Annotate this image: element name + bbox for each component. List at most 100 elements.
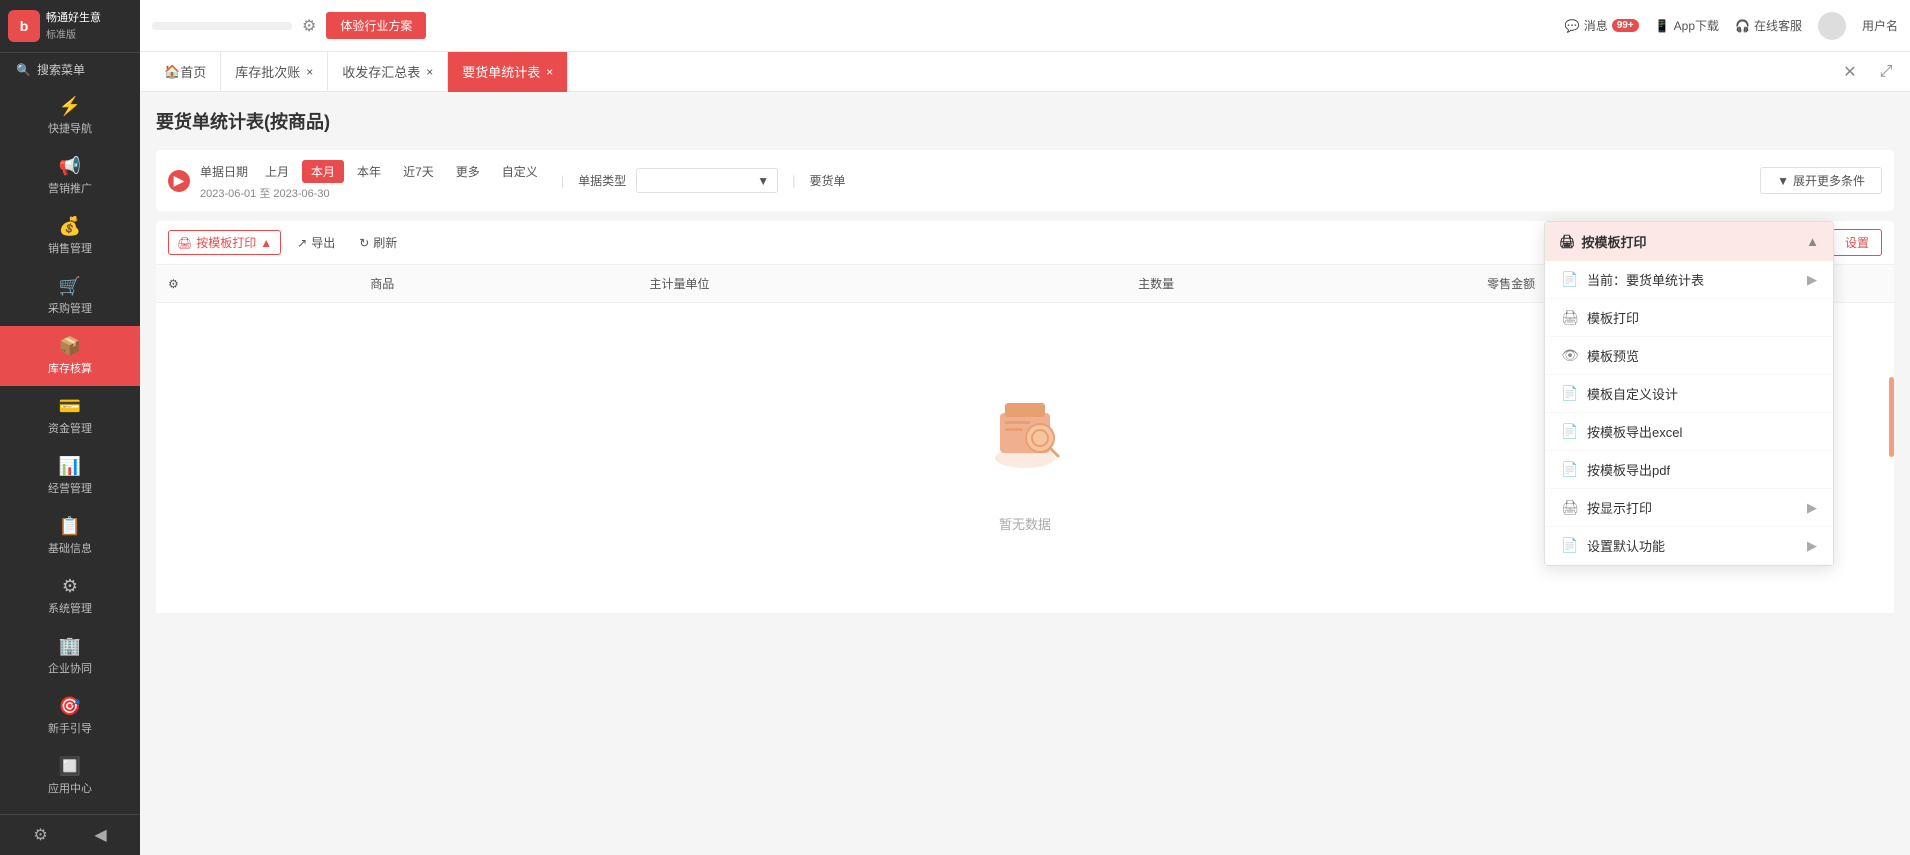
sidebar-item-label: 经营管理 (48, 480, 92, 496)
inventory-icon: 📦 (59, 336, 81, 357)
search-icon: 🔍 (16, 63, 31, 77)
print-dropdown-template-preview[interactable]: 👁 模板预览 (1545, 337, 1833, 375)
empty-text: 暂无数据 (999, 514, 1051, 533)
sidebar-item-label: 库存核算 (48, 360, 92, 376)
sidebar-item-quick-nav[interactable]: ⚡ 快捷导航 (0, 86, 140, 146)
print-dropdown-close-chevron[interactable]: ▲ (1806, 234, 1819, 249)
topbar-app-download[interactable]: 📱 App下载 (1655, 17, 1719, 34)
sales-icon: 💰 (59, 216, 81, 237)
app-sub: 标准版 (46, 26, 101, 41)
tab-order-stats-label: 要货单统计表 (462, 62, 540, 81)
corp-icon: 🏢 (59, 636, 81, 657)
user-avatar[interactable] (1818, 12, 1846, 40)
logo-icon: b (8, 10, 40, 42)
sidebar-item-apps[interactable]: 🔲 应用中心 (0, 746, 140, 806)
topbar-actions: 💬 消息 99+ 📱 App下载 🎧 在线客服 用户名 (1565, 12, 1898, 40)
display-print-arrow: ▶ (1807, 500, 1817, 516)
tab-batch-account-label: 库存批次账 (235, 62, 300, 81)
topbar-search[interactable] (152, 22, 292, 30)
print-template-btn[interactable]: 🖨 按模板打印 ▲ (168, 230, 281, 255)
page-content: 要货单统计表(按商品) ▶ 单据日期 上月 本月 本年 近7天 更多 自定义 (140, 92, 1910, 855)
sidebar-item-marketing[interactable]: 📢 营销推广 (0, 146, 140, 206)
topbar-customer-service-label: 在线客服 (1754, 17, 1802, 34)
print-dropdown-current[interactable]: 📄 当前：要货单统计表 ▶ (1545, 261, 1833, 299)
print-dropdown-template-design[interactable]: 📄 模板自定义设计 (1545, 375, 1833, 413)
date-btn-7days[interactable]: 近7天 (394, 160, 443, 183)
sidebar-footer: ⚙ ◀ (0, 814, 140, 855)
sidebar-item-basic[interactable]: 📋 基础信息 (0, 506, 140, 566)
tabbar-right: ✕ ⤢ (1836, 58, 1900, 86)
topbar-message[interactable]: 💬 消息 99+ (1565, 17, 1639, 34)
date-range-display: 2023-06-01 至 2023-06-30 (200, 185, 547, 201)
print-dropdown-icon: 🖨 (1559, 234, 1576, 250)
print-dropdown-template-print[interactable]: 🖨 模板打印 (1545, 299, 1833, 337)
date-btn-this-year[interactable]: 本年 (348, 160, 390, 183)
export-btn[interactable]: ↗ 导出 (289, 231, 343, 254)
tab-collect-report[interactable]: 收发存汇总表 × (328, 52, 448, 92)
goods-filter-label: 要货单 (809, 172, 845, 189)
print-chevron: ▲ (260, 236, 272, 250)
col-settings[interactable]: ⚙ (156, 265, 358, 303)
industry-btn[interactable]: 体验行业方案 (326, 12, 426, 39)
tab-batch-account[interactable]: 库存批次账 × (221, 52, 328, 92)
filter-expand-btn[interactable]: ▶ (168, 170, 190, 192)
current-report-label: 当前：要货单统计表 (1587, 270, 1704, 289)
tab-home[interactable]: 🏠 首页 (150, 52, 221, 92)
print-dropdown-template-pdf[interactable]: 📄 按模板导出pdf (1545, 451, 1833, 489)
refresh-btn[interactable]: ↻ 刷新 (351, 231, 405, 254)
page-title: 要货单统计表(按商品) (156, 108, 1894, 134)
date-btn-more[interactable]: 更多 (447, 160, 489, 183)
export-label: 导出 (311, 234, 335, 251)
username-label: 用户名 (1862, 17, 1898, 34)
tab-collect-report-close[interactable]: × (426, 65, 433, 79)
sidebar-item-inventory[interactable]: 📦 库存核算 (0, 326, 140, 386)
sidebar-item-guide[interactable]: 🎯 新手引导 (0, 686, 140, 746)
finance-icon: 💳 (59, 396, 81, 417)
template-pdf-label: 按模板导出pdf (1587, 460, 1670, 479)
type-filter-dropdown[interactable]: ▼ (636, 168, 778, 193)
date-btn-custom[interactable]: 自定义 (493, 160, 547, 183)
tab-close-all-btn[interactable]: ✕ (1836, 58, 1864, 86)
template-preview-icon: 👁 (1561, 347, 1579, 364)
print-dropdown-default-func[interactable]: 📄 设置默认功能 ▶ (1545, 527, 1833, 565)
expand-more-btn[interactable]: ▼ 展开更多条件 (1760, 167, 1882, 194)
tab-batch-account-close[interactable]: × (306, 65, 313, 79)
collapse-footer-btn[interactable]: ◀ (94, 825, 106, 845)
sidebar-item-label: 企业协同 (48, 660, 92, 676)
sidebar-item-label: 资金管理 (48, 420, 92, 436)
sidebar-item-wechat[interactable]: 💬 企业微信 (0, 806, 140, 814)
date-btn-last-month[interactable]: 上月 (256, 160, 298, 183)
tab-order-stats[interactable]: 要货单统计表 × (448, 52, 568, 92)
sidebar-item-finance[interactable]: 💳 资金管理 (0, 386, 140, 446)
sidebar-item-label: 系统管理 (48, 600, 92, 616)
template-excel-icon: 📄 (1561, 423, 1579, 440)
topbar-gear-icon[interactable]: ⚙ (302, 16, 316, 36)
purchase-icon: 🛒 (59, 276, 81, 297)
sidebar-item-corp[interactable]: 🏢 企业协同 (0, 626, 140, 686)
col-quantity: 主数量 (1126, 265, 1475, 303)
tab-order-stats-close[interactable]: × (546, 65, 553, 79)
sidebar-item-label: 营销推广 (48, 180, 92, 196)
toolbar-left: 🖨 按模板打印 ▲ ↗ 导出 ↻ 刷新 (168, 230, 1743, 255)
sidebar-search[interactable]: 🔍 搜索菜单 (0, 53, 140, 86)
print-dropdown-title: 按模板打印 (1582, 232, 1647, 251)
print-dropdown-display-print[interactable]: 🖨 按显示打印 ▶ (1545, 489, 1833, 527)
print-dropdown: 🖨 按模板打印 ▲ 📄 当前：要货单统计表 ▶ 🖨 模板打印 (1544, 221, 1834, 566)
display-print-label: 按显示打印 (1587, 498, 1652, 517)
tabbar: 🏠 首页 库存批次账 × 收发存汇总表 × 要货单统计表 × ✕ ⤢ (140, 52, 1910, 92)
sidebar-item-label: 应用中心 (48, 780, 92, 796)
tab-expand-btn[interactable]: ⤢ (1872, 58, 1900, 86)
sidebar-item-sales[interactable]: 💰 销售管理 (0, 206, 140, 266)
sidebar-item-system[interactable]: ⚙ 系统管理 (0, 566, 140, 626)
topbar-customer-service[interactable]: 🎧 在线客服 (1735, 17, 1802, 34)
settings-footer-btn[interactable]: ⚙ (33, 825, 47, 845)
type-filter-label: 单据类型 (578, 172, 626, 189)
date-btn-this-month[interactable]: 本月 (302, 160, 344, 183)
marketing-icon: 📢 (59, 156, 81, 177)
print-dropdown-template-excel[interactable]: 📄 按模板导出excel (1545, 413, 1833, 451)
sidebar-item-operation[interactable]: 📊 经营管理 (0, 446, 140, 506)
sidebar-item-label: 快捷导航 (48, 120, 92, 136)
app-download-icon: 📱 (1655, 19, 1670, 33)
sidebar-item-purchase[interactable]: 🛒 采购管理 (0, 266, 140, 326)
settings-btn[interactable]: 设置 (1832, 229, 1882, 256)
